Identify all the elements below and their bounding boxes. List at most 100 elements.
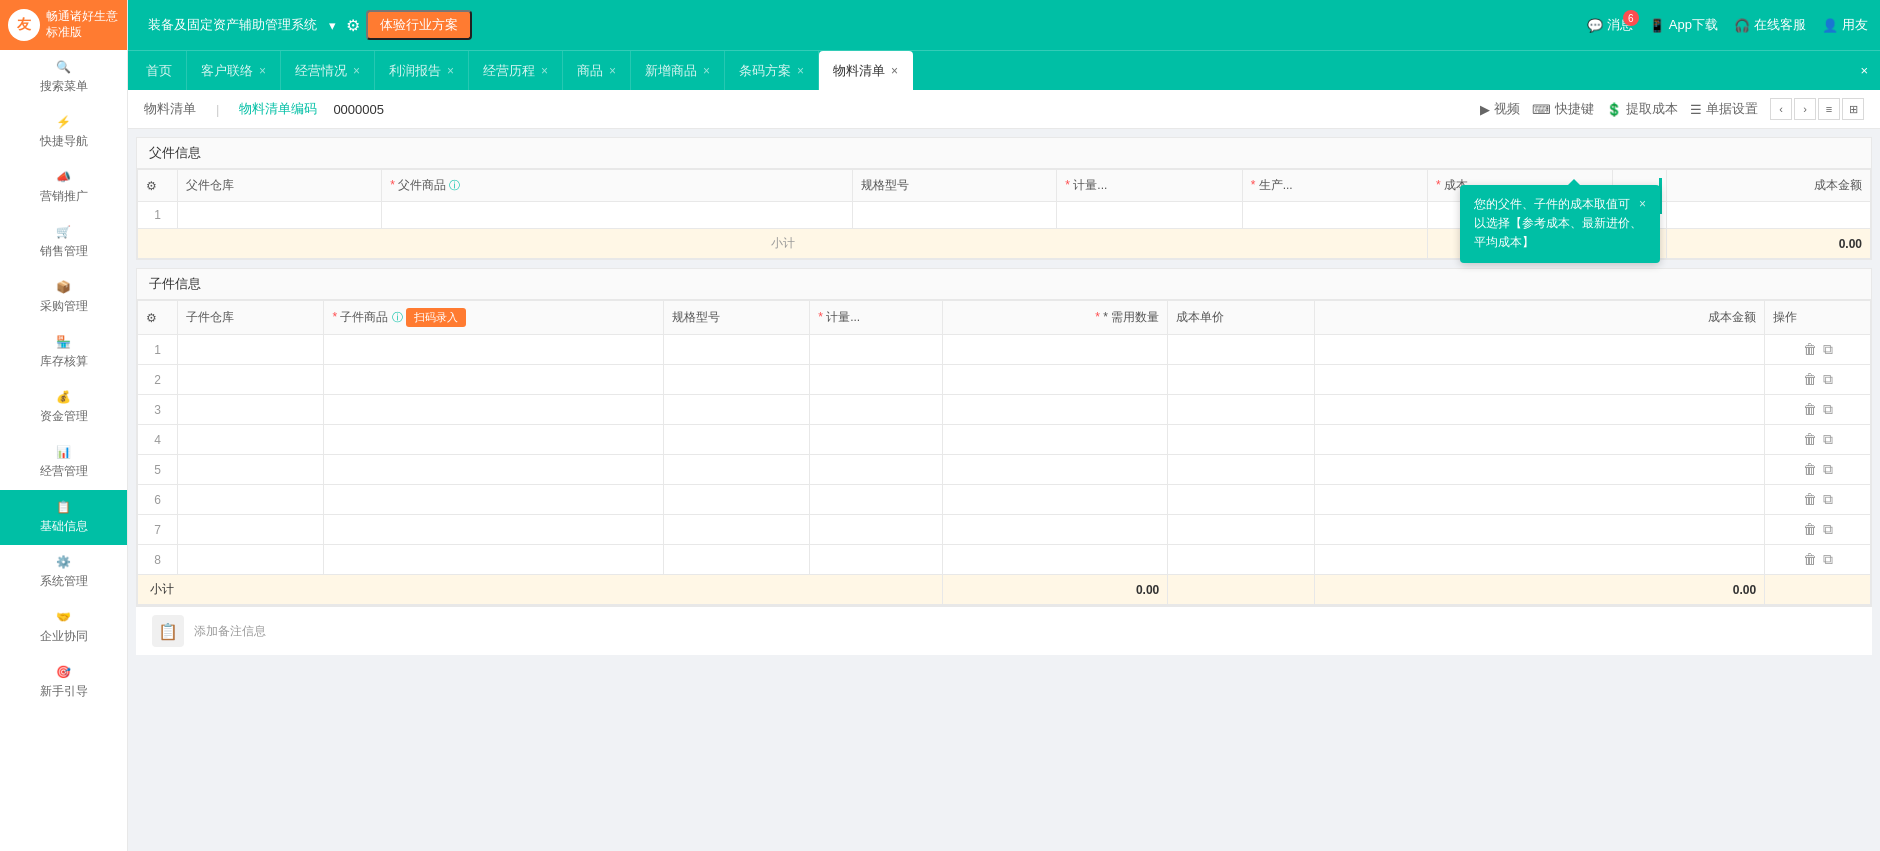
child-row-4-spec[interactable]: [663, 425, 809, 455]
tab-goods[interactable]: 商品 ×: [563, 51, 631, 91]
single-settings-action[interactable]: ☰ 单据设置: [1690, 100, 1758, 118]
child-row-3-spec[interactable]: [663, 395, 809, 425]
delete-row-2-icon[interactable]: 🗑: [1803, 371, 1817, 388]
tab-history[interactable]: 经营历程 ×: [469, 51, 563, 91]
child-row-7-qty[interactable]: [943, 515, 1168, 545]
child-row-3-goods[interactable]: [324, 395, 663, 425]
parent-th-settings[interactable]: ⚙: [138, 170, 178, 202]
child-row-5-warehouse[interactable]: [178, 455, 324, 485]
delete-row-5-icon[interactable]: 🗑: [1803, 461, 1817, 478]
child-row-2-goods[interactable]: [324, 365, 663, 395]
user-button[interactable]: 👤 用友: [1822, 16, 1868, 34]
child-row-2-unit[interactable]: [810, 365, 943, 395]
close-tab-new-goods-icon[interactable]: ×: [703, 64, 710, 78]
child-row-3-unit[interactable]: [810, 395, 943, 425]
delete-row-4-icon[interactable]: 🗑: [1803, 431, 1817, 448]
close-tab-client-icon[interactable]: ×: [259, 64, 266, 78]
sidebar-item-operation[interactable]: 📊 经营管理: [0, 435, 127, 490]
list-view-button[interactable]: ≡: [1818, 98, 1840, 120]
child-row-1-goods[interactable]: [324, 335, 663, 365]
tab-bom[interactable]: 物料清单 ×: [819, 51, 913, 91]
parent-row-1-production[interactable]: [1242, 202, 1427, 229]
child-row-3-unit-cost[interactable]: [1168, 395, 1314, 425]
tab-home[interactable]: 首页: [132, 51, 187, 91]
child-row-4-goods[interactable]: [324, 425, 663, 455]
sidebar-item-inventory[interactable]: 🏪 库存核算: [0, 325, 127, 380]
tab-operation-status[interactable]: 经营情况 ×: [281, 51, 375, 91]
settings-icon[interactable]: ⚙: [340, 16, 366, 35]
sidebar-item-search[interactable]: 🔍 搜索菜单: [0, 50, 127, 105]
grid-view-button[interactable]: ⊞: [1842, 98, 1864, 120]
video-action[interactable]: ▶ 视频: [1480, 100, 1520, 118]
child-row-3-warehouse[interactable]: [178, 395, 324, 425]
cost-action[interactable]: 💲 提取成本: [1606, 100, 1678, 118]
child-row-1-unit[interactable]: [810, 335, 943, 365]
copy-row-4-icon[interactable]: ⧉: [1823, 431, 1833, 448]
child-row-1-unit-cost[interactable]: [1168, 335, 1314, 365]
child-row-8-unit-cost[interactable]: [1168, 545, 1314, 575]
child-row-8-warehouse[interactable]: [178, 545, 324, 575]
child-row-7-unit[interactable]: [810, 515, 943, 545]
child-th-settings[interactable]: ⚙: [138, 301, 178, 335]
tab-barcode[interactable]: 条码方案 ×: [725, 51, 819, 91]
child-row-6-qty[interactable]: [943, 485, 1168, 515]
child-row-7-spec[interactable]: [663, 515, 809, 545]
child-row-5-unit-cost[interactable]: [1168, 455, 1314, 485]
sidebar-item-enterprise[interactable]: 🤝 企业协同: [0, 600, 127, 655]
child-row-1-spec[interactable]: [663, 335, 809, 365]
child-row-6-unit-cost[interactable]: [1168, 485, 1314, 515]
child-row-3-qty[interactable]: [943, 395, 1168, 425]
child-row-6-unit[interactable]: [810, 485, 943, 515]
copy-row-2-icon[interactable]: ⧉: [1823, 371, 1833, 388]
delete-row-6-icon[interactable]: 🗑: [1803, 491, 1817, 508]
sidebar-item-basic[interactable]: 📋 基础信息: [0, 490, 127, 545]
delete-row-1-icon[interactable]: 🗑: [1803, 341, 1817, 358]
child-row-4-unit-cost[interactable]: [1168, 425, 1314, 455]
tab-client[interactable]: 客户联络 ×: [187, 51, 281, 91]
scan-input-button[interactable]: 扫码录入: [406, 308, 466, 327]
child-row-4-qty[interactable]: [943, 425, 1168, 455]
copy-row-8-icon[interactable]: ⧉: [1823, 551, 1833, 568]
prev-page-button[interactable]: ‹: [1770, 98, 1792, 120]
close-tab-operation-icon[interactable]: ×: [353, 64, 360, 78]
next-page-button[interactable]: ›: [1794, 98, 1816, 120]
sidebar-item-quick-nav[interactable]: ⚡ 快捷导航: [0, 105, 127, 160]
close-tab-profit-icon[interactable]: ×: [447, 64, 454, 78]
parent-row-1-goods[interactable]: [382, 202, 853, 229]
copy-row-1-icon[interactable]: ⧉: [1823, 341, 1833, 358]
message-button[interactable]: 💬 6 消息: [1587, 16, 1633, 34]
copy-row-6-icon[interactable]: ⧉: [1823, 491, 1833, 508]
child-row-5-goods[interactable]: [324, 455, 663, 485]
app-download-button[interactable]: 📱 App下载: [1649, 16, 1718, 34]
child-row-5-qty[interactable]: [943, 455, 1168, 485]
tab-profit[interactable]: 利润报告 ×: [375, 51, 469, 91]
child-row-7-warehouse[interactable]: [178, 515, 324, 545]
child-row-6-spec[interactable]: [663, 485, 809, 515]
child-row-5-spec[interactable]: [663, 455, 809, 485]
child-row-1-warehouse[interactable]: [178, 335, 324, 365]
sidebar-item-purchase[interactable]: 📦 采购管理: [0, 270, 127, 325]
close-tab-bom-icon[interactable]: ×: [891, 64, 898, 78]
bottom-icon[interactable]: 📋: [152, 615, 184, 647]
sidebar-item-marketing[interactable]: 📣 营销推广: [0, 160, 127, 215]
delete-row-3-icon[interactable]: 🗑: [1803, 401, 1817, 418]
child-row-2-unit-cost[interactable]: [1168, 365, 1314, 395]
copy-row-7-icon[interactable]: ⧉: [1823, 521, 1833, 538]
child-row-1-qty[interactable]: [943, 335, 1168, 365]
child-row-4-unit[interactable]: [810, 425, 943, 455]
trial-button[interactable]: 体验行业方案: [366, 10, 472, 40]
child-row-2-warehouse[interactable]: [178, 365, 324, 395]
copy-row-3-icon[interactable]: ⧉: [1823, 401, 1833, 418]
online-service-button[interactable]: 🎧 在线客服: [1734, 16, 1806, 34]
child-row-8-unit[interactable]: [810, 545, 943, 575]
child-row-7-unit-cost[interactable]: [1168, 515, 1314, 545]
child-row-6-warehouse[interactable]: [178, 485, 324, 515]
child-row-7-goods[interactable]: [324, 515, 663, 545]
child-row-8-qty[interactable]: [943, 545, 1168, 575]
tooltip-close-button[interactable]: ×: [1639, 195, 1646, 214]
parent-row-1-spec[interactable]: [853, 202, 1057, 229]
close-tab-history-icon[interactable]: ×: [541, 64, 548, 78]
sidebar-item-system[interactable]: ⚙️ 系统管理: [0, 545, 127, 600]
parent-row-1-warehouse[interactable]: [178, 202, 382, 229]
parent-row-1-unit[interactable]: [1057, 202, 1242, 229]
